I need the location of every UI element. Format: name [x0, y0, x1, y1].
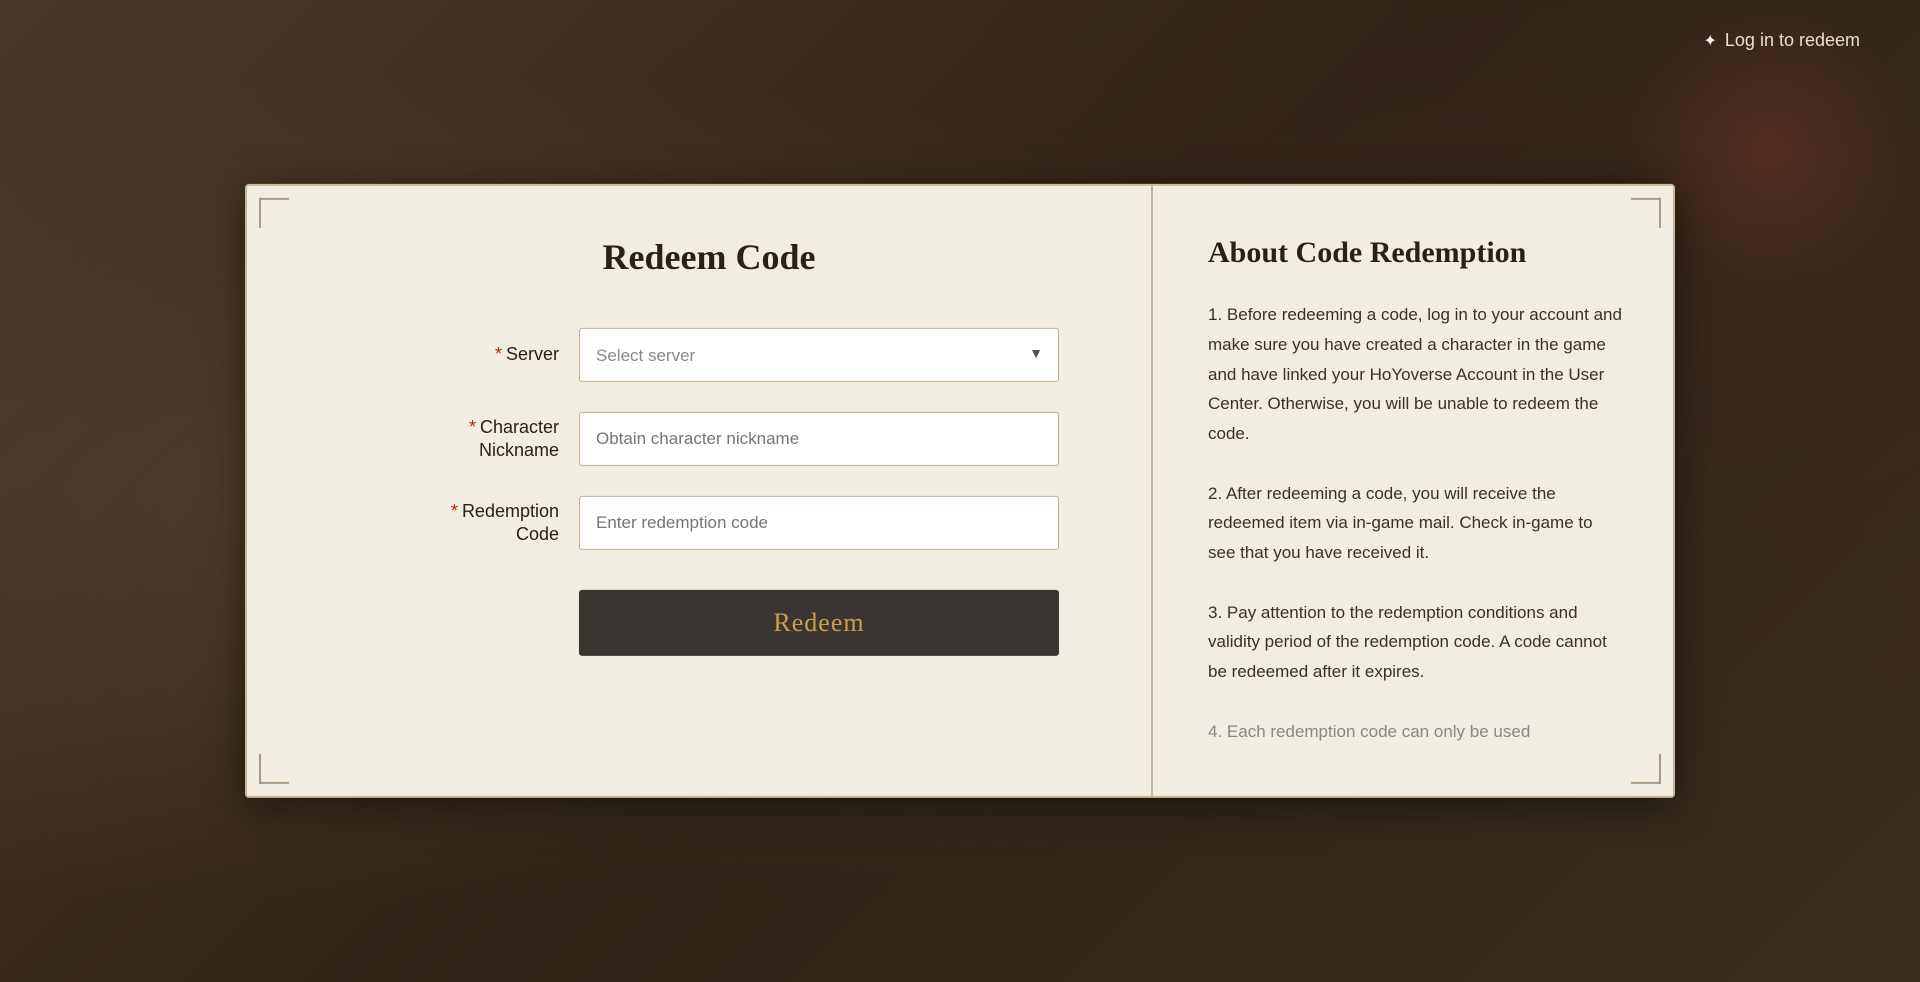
code-required-star: *: [451, 500, 458, 520]
redemption-code-input[interactable]: [579, 496, 1059, 550]
character-nickname-label: *CharacterNickname: [359, 415, 559, 462]
server-select-wrapper: Select server America Europe Asia TW/HK/…: [579, 328, 1059, 382]
form-body: *Server Select server America Europe Asi…: [359, 328, 1059, 656]
info-title: About Code Redemption: [1208, 236, 1623, 270]
redeem-button[interactable]: Redeem: [579, 590, 1059, 656]
info-text-body: 1. Before redeeming a code, log in to yo…: [1208, 300, 1623, 746]
login-button-label: Log in to redeem: [1725, 30, 1860, 51]
info-panel: About Code Redemption 1. Before redeemin…: [1153, 186, 1673, 796]
info-paragraph-4: 4. Each redemption code can only be used: [1208, 716, 1623, 746]
info-paragraph-1: 1. Before redeeming a code, log in to yo…: [1208, 300, 1623, 449]
nickname-required-star: *: [469, 416, 476, 436]
redemption-code-label: *RedemptionCode: [359, 499, 559, 546]
corner-decoration-br: [1631, 754, 1661, 784]
login-button[interactable]: ✦ Log in to redeem: [1704, 30, 1861, 51]
corner-decoration-tr: [1631, 198, 1661, 228]
info-paragraph-3: 3. Pay attention to the redemption condi…: [1208, 597, 1623, 686]
server-field-row: *Server Select server America Europe Asi…: [359, 328, 1059, 382]
redeem-dialog: Redeem Code *Server Select server Americ…: [245, 184, 1675, 798]
character-nickname-input[interactable]: [579, 412, 1059, 466]
server-required-star: *: [495, 344, 502, 364]
form-panel: Redeem Code *Server Select server Americ…: [247, 186, 1153, 796]
login-star-icon: ✦: [1704, 31, 1717, 51]
redemption-code-field-row: *RedemptionCode: [359, 496, 1059, 550]
character-nickname-field-row: *CharacterNickname: [359, 412, 1059, 466]
server-select[interactable]: Select server America Europe Asia TW/HK/…: [579, 328, 1059, 382]
form-title: Redeem Code: [603, 236, 816, 278]
server-label: *Server: [359, 343, 559, 366]
info-paragraph-2: 2. After redeeming a code, you will rece…: [1208, 478, 1623, 567]
